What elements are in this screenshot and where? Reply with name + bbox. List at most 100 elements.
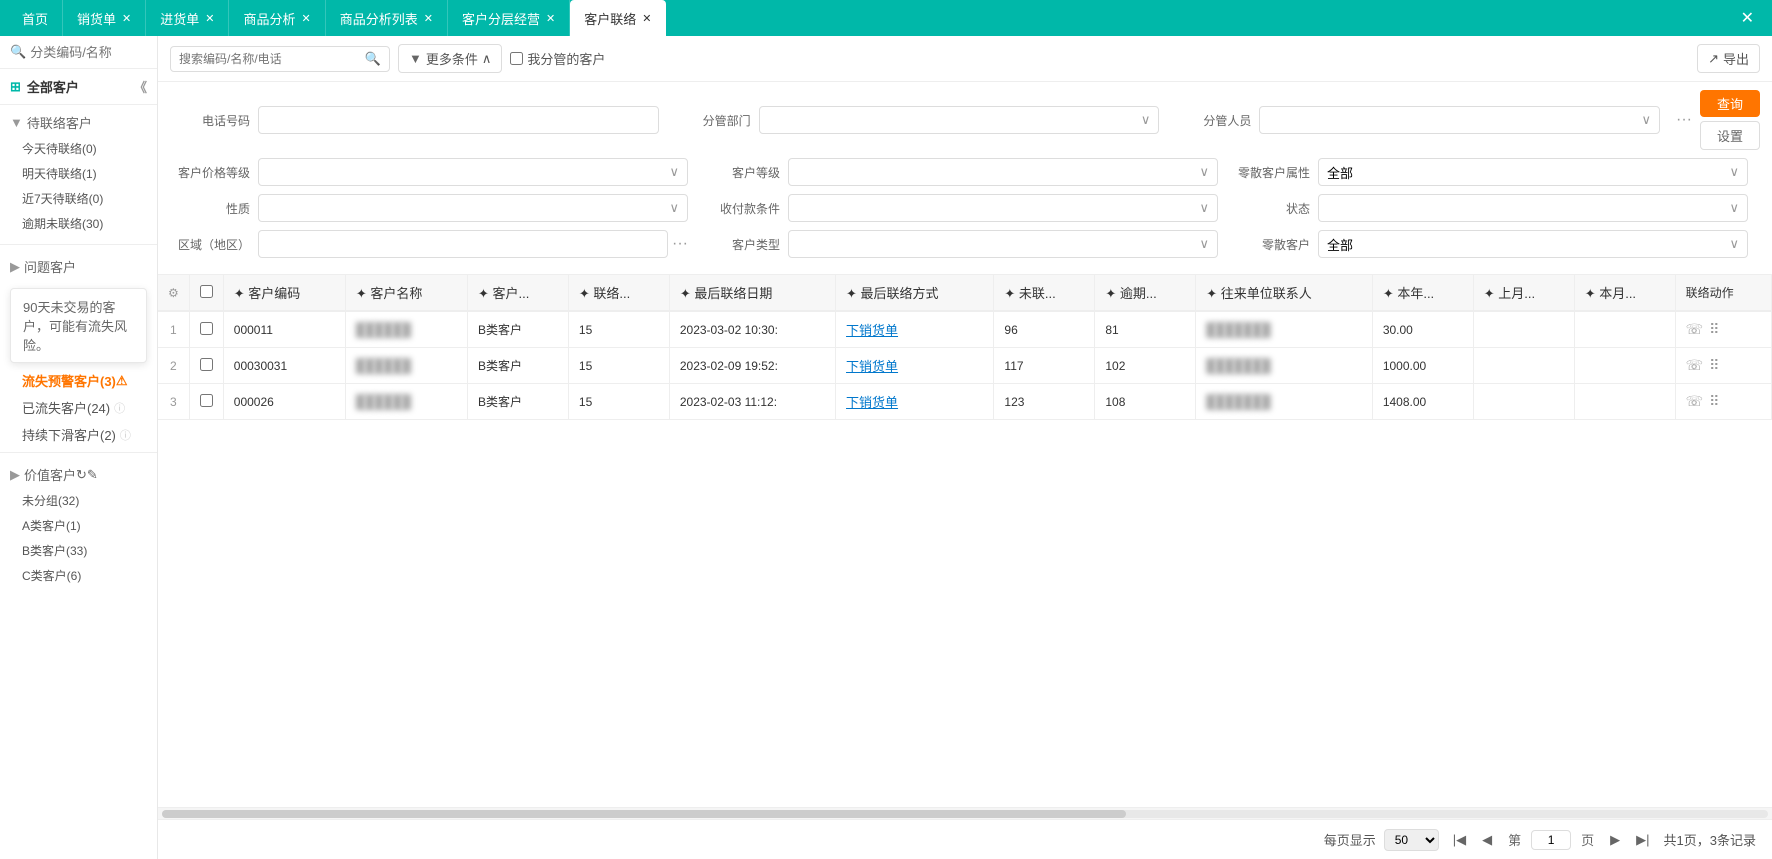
warning-icon: ⚠ <box>116 373 128 389</box>
page-first-btn[interactable]: |◀ <box>1447 830 1472 850</box>
row-num-3: 3 <box>158 384 189 420</box>
close-all-tabs[interactable]: ✕ <box>1731 8 1764 28</box>
row-2-checkbox[interactable] <box>200 358 213 371</box>
select-all-checkbox[interactable] <box>200 285 213 298</box>
arrow-down-icon: ▼ <box>10 115 23 130</box>
price-grade-select[interactable]: ∨ <box>258 158 688 186</box>
settings-button[interactable]: 设置 <box>1700 121 1760 150</box>
row-3-contact-icon[interactable]: ☏ <box>1686 393 1704 410</box>
tab-customer-contact[interactable]: 客户联络 ✕ <box>570 0 666 36</box>
tab-sales-close[interactable]: ✕ <box>122 12 131 25</box>
main-layout: 🔍 ⊞ 全部客户 《 ▼ 待联络客户 今天待联络(0) 明天待联络(1) 近7天… <box>0 36 1772 859</box>
row-3-last-method: 下销货单 <box>836 384 994 420</box>
page-next-btn[interactable]: ▶ <box>1604 830 1626 850</box>
row-1-method-link[interactable]: 下销货单 <box>846 323 898 338</box>
row-2-contact-icon[interactable]: ☏ <box>1686 357 1704 374</box>
phone-input[interactable] <box>258 106 659 134</box>
export-button[interactable]: ↗ 导出 <box>1697 44 1760 73</box>
row-2-last-month <box>1473 348 1574 384</box>
col-settings[interactable]: ⚙ <box>158 275 189 311</box>
search-input[interactable] <box>179 52 361 66</box>
customer-type-select[interactable]: ∨ <box>788 230 1218 258</box>
nature-select[interactable]: ∨ <box>258 194 688 222</box>
divider-1 <box>0 244 157 245</box>
sidebar-all-customers[interactable]: ⊞ 全部客户 《 <box>0 69 157 105</box>
toolbar: 🔍 ▼ 更多条件 ∧ 我分管的客户 ↗ 导出 <box>158 36 1772 82</box>
sidebar-item-class-c[interactable]: C类客户(6) <box>0 563 157 588</box>
row-3-more-icon[interactable]: ⠿ <box>1709 393 1719 410</box>
row-check-2[interactable] <box>189 348 223 384</box>
person-select[interactable]: ∨ <box>1259 106 1660 134</box>
tab-customer-contact-close[interactable]: ✕ <box>642 12 651 25</box>
region-more-icon[interactable]: ··· <box>672 235 688 253</box>
tab-home[interactable]: 首页 <box>8 0 63 36</box>
sidebar-group-header-waiting[interactable]: ▼ 待联络客户 <box>0 109 157 136</box>
row-1-this-year: 30.00 <box>1372 311 1473 348</box>
sidebar-item-unclassified[interactable]: 未分组(32) <box>0 488 157 513</box>
scatter-select[interactable]: 全部 ∨ <box>1318 230 1748 258</box>
scatter-attr-select[interactable]: 全部 ∨ <box>1318 158 1748 186</box>
sidebar-item-class-b[interactable]: B类客户(33) <box>0 538 157 563</box>
sidebar-item-tomorrow[interactable]: 明天待联络(1) <box>0 161 157 186</box>
row-1-this-month <box>1574 311 1675 348</box>
refresh-icon[interactable]: ↻ <box>76 467 87 483</box>
page-size-select[interactable]: 50 100 200 <box>1384 829 1439 851</box>
page-number-input[interactable] <box>1531 830 1571 850</box>
tab-purchase-close[interactable]: ✕ <box>205 12 214 25</box>
sidebar-item-declining[interactable]: 持续下滑客户(2) ⓘ <box>0 421 157 448</box>
search-submit-icon[interactable]: 🔍 <box>365 51 381 67</box>
col-checkbox[interactable] <box>189 275 223 311</box>
row-check-3[interactable] <box>189 384 223 420</box>
table-row: 3 000026 ██████ B类客户 15 2023-02-03 11:12… <box>158 384 1772 420</box>
page-prev-btn[interactable]: ◀ <box>1476 830 1498 850</box>
row-check-1[interactable] <box>189 311 223 348</box>
row-1-action: ☏ ⠿ <box>1675 311 1771 348</box>
more-options-1[interactable]: ··· <box>1676 111 1692 129</box>
dept-select[interactable]: ∨ <box>759 106 1160 134</box>
sidebar-item-lost[interactable]: 已流失客户(24) ⓘ <box>0 394 157 421</box>
region-select[interactable] <box>258 230 668 258</box>
row-1-name: ██████ <box>345 311 467 348</box>
tab-customer-tier[interactable]: 客户分层经营 ✕ <box>448 0 570 36</box>
tab-purchase[interactable]: 进货单 ✕ <box>146 0 229 36</box>
tab-product-analysis[interactable]: 商品分析 ✕ <box>229 0 325 36</box>
row-2-more-icon[interactable]: ⠿ <box>1709 357 1719 374</box>
sidebar-search-input[interactable] <box>30 45 158 60</box>
status-select[interactable]: ∨ <box>1318 194 1748 222</box>
sidebar-group-header-problem[interactable]: ▶ 问题客户 <box>0 253 157 280</box>
my-customers-checkbox[interactable] <box>510 52 523 65</box>
scrollbar-track <box>162 810 1768 818</box>
row-3-method-link[interactable]: 下销货单 <box>846 395 898 410</box>
payment-select[interactable]: ∨ <box>788 194 1218 222</box>
row-2-last-date: 2023-02-09 19:52: <box>669 348 835 384</box>
sidebar-group-header-value[interactable]: ▶ 价值客户 ↻ ✎ <box>0 461 157 488</box>
scrollbar-thumb[interactable] <box>162 810 1126 818</box>
horizontal-scrollbar[interactable] <box>158 807 1772 819</box>
tab-customer-tier-close[interactable]: ✕ <box>546 12 555 25</box>
tab-product-analysis-close[interactable]: ✕ <box>302 12 311 25</box>
page-last-btn[interactable]: ▶| <box>1630 830 1655 850</box>
row-1-uncontacted: 96 <box>994 311 1095 348</box>
customer-grade-select[interactable]: ∨ <box>788 158 1218 186</box>
sidebar-item-overdue[interactable]: 逾期未联络(30) <box>0 211 157 236</box>
row-3-checkbox[interactable] <box>200 394 213 407</box>
tab-sales[interactable]: 销货单 ✕ <box>63 0 146 36</box>
query-button[interactable]: 查询 <box>1700 90 1760 117</box>
row-1-last-method: 下销货单 <box>836 311 994 348</box>
edit-icon[interactable]: ✎ <box>87 467 98 483</box>
row-1-more-icon[interactable]: ⠿ <box>1709 321 1719 338</box>
sidebar-item-class-a[interactable]: A类客户(1) <box>0 513 157 538</box>
row-1-checkbox[interactable] <box>200 322 213 335</box>
row-1-contact-icon[interactable]: ☏ <box>1686 321 1704 338</box>
sidebar-item-today[interactable]: 今天待联络(0) <box>0 136 157 161</box>
row-2-method-link[interactable]: 下销货单 <box>846 359 898 374</box>
sidebar-item-loss-warning[interactable]: 流失预警客户(3) ⚠ <box>0 367 157 394</box>
my-customers-checkbox-container[interactable]: 我分管的客户 <box>510 49 605 68</box>
sidebar-item-7days[interactable]: 近7天待联络(0) <box>0 186 157 211</box>
filter-field-customer-grade: 客户等级 ∨ <box>700 158 1218 186</box>
row-1-last-month <box>1473 311 1574 348</box>
tab-product-analysis-list[interactable]: 商品分析列表 ✕ <box>326 0 448 36</box>
more-filter-button[interactable]: ▼ 更多条件 ∧ <box>398 44 502 73</box>
export-icon: ↗ <box>1708 51 1719 67</box>
tab-product-analysis-list-close[interactable]: ✕ <box>424 12 433 25</box>
